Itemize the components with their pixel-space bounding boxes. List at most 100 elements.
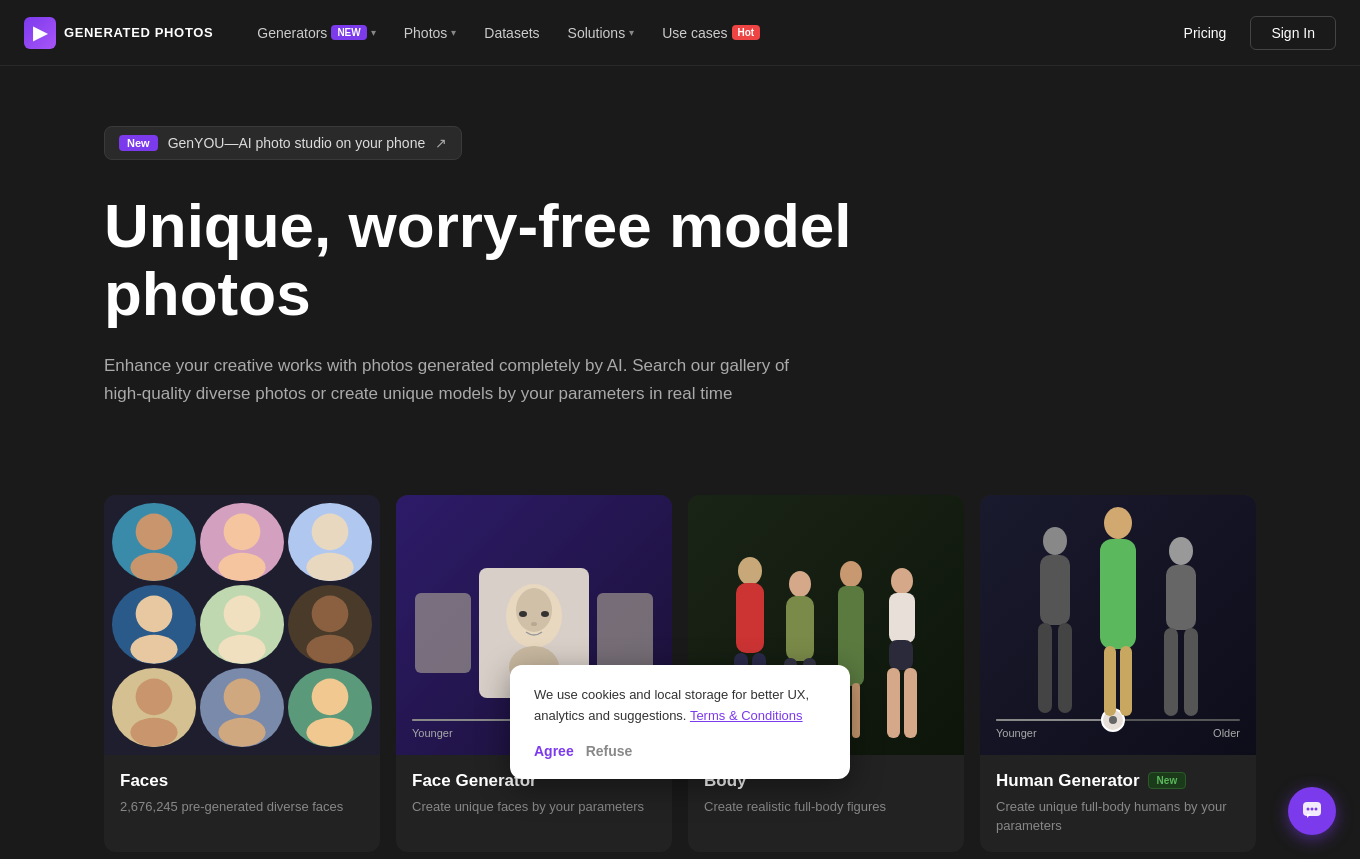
cookie-text: We use cookies and local storage for bet… (534, 685, 826, 727)
card-human-gen-desc: Create unique full-body humans by your p… (996, 797, 1240, 836)
navbar: ▶ GENERATED PHOTOS Generators New ▾ Phot… (0, 0, 1360, 66)
svg-point-58 (1315, 808, 1318, 811)
svg-rect-53 (1184, 628, 1198, 716)
brand-logo-link[interactable]: ▶ GENERATED PHOTOS (24, 17, 213, 49)
nav-item-photos[interactable]: Photos ▾ (392, 17, 469, 49)
svg-rect-1 (130, 553, 177, 582)
face-8 (200, 668, 284, 747)
chat-icon (1301, 800, 1323, 822)
nav-label-solutions: Solutions (568, 25, 626, 41)
svg-point-0 (136, 513, 173, 550)
nav-items: Generators New ▾ Photos ▾ Datasets Solut… (245, 17, 1167, 49)
nav-label-photos: Photos (404, 25, 448, 41)
svg-point-37 (891, 568, 913, 594)
card-human-gen-title: Human Generator (996, 771, 1140, 791)
nav-item-use-cases[interactable]: Use cases Hot (650, 17, 772, 49)
svg-rect-36 (852, 683, 860, 738)
human-figure-center (1088, 503, 1148, 723)
svg-rect-45 (1058, 623, 1072, 713)
svg-rect-40 (887, 668, 900, 738)
card-faces-title-row: Faces (120, 771, 364, 791)
navbar-right: Pricing Sign In (1168, 16, 1336, 50)
nav-label-generators: Generators (257, 25, 327, 41)
svg-rect-51 (1166, 565, 1196, 630)
nav-badge-hot: Hot (732, 25, 761, 40)
svg-point-12 (136, 679, 173, 716)
face-9 (288, 668, 372, 747)
card-faces-desc: 2,676,245 pre-generated diverse faces (120, 797, 364, 817)
external-link-icon: ↗ (435, 135, 447, 151)
human-slider-label-older: Older (1213, 727, 1240, 739)
svg-rect-48 (1104, 646, 1116, 716)
chat-button[interactable] (1288, 787, 1336, 835)
chevron-down-icon: ▾ (629, 27, 634, 38)
svg-rect-52 (1164, 628, 1178, 716)
face-2 (200, 503, 284, 582)
card-human-gen-info: Human Generator New Create unique full-b… (980, 755, 1256, 852)
cookie-banner: We use cookies and local storage for bet… (510, 665, 850, 779)
svg-point-57 (1311, 808, 1314, 811)
card-human-gen-image: Younger Older (980, 495, 1256, 755)
nav-item-generators[interactable]: Generators New ▾ (245, 17, 387, 49)
human-figure-left (1030, 523, 1080, 723)
svg-rect-38 (889, 593, 915, 643)
cookie-buttons: Agree Refuse (534, 743, 826, 759)
cookie-agree-button[interactable]: Agree (534, 743, 574, 759)
hero-subtitle: Enhance your creative works with photos … (104, 352, 804, 406)
svg-point-4 (312, 513, 349, 550)
nav-item-solutions[interactable]: Solutions ▾ (556, 17, 647, 49)
card-faces[interactable]: Faces 2,676,245 pre-generated diverse fa… (104, 495, 380, 852)
terms-conditions-link[interactable]: Terms & Conditions (690, 708, 803, 723)
faces-grid (104, 495, 380, 755)
svg-point-50 (1169, 537, 1193, 565)
face-7 (112, 668, 196, 747)
card-body-desc: Create realistic full-body figures (704, 797, 948, 817)
svg-point-42 (1043, 527, 1067, 555)
card-human-gen-title-row: Human Generator New (996, 771, 1240, 791)
nav-label-use-cases: Use cases (662, 25, 727, 41)
signin-button[interactable]: Sign In (1250, 16, 1336, 50)
human-figure-right (1156, 533, 1206, 723)
svg-rect-41 (904, 668, 917, 738)
svg-rect-17 (306, 718, 353, 747)
hero-title: Unique, worry-free model photos (104, 192, 1004, 328)
card-human-generator[interactable]: Younger Older Human Generator New Create… (980, 495, 1256, 852)
svg-rect-7 (130, 635, 177, 664)
nav-label-datasets: Datasets (484, 25, 539, 41)
svg-rect-30 (786, 596, 814, 661)
face-5 (200, 585, 284, 664)
svg-rect-39 (889, 640, 913, 670)
svg-point-25 (738, 557, 762, 585)
nav-item-datasets[interactable]: Datasets (472, 17, 551, 49)
body-figure-4 (880, 543, 924, 743)
brand-name: GENERATED PHOTOS (64, 25, 213, 40)
hero-banner-text: GenYOU—AI photo studio on your phone (168, 135, 426, 151)
hero-banner-link[interactable]: New GenYOU—AI photo studio on your phone… (104, 126, 462, 160)
slider-fill (412, 719, 522, 721)
svg-rect-3 (218, 553, 265, 582)
card-faces-image (104, 495, 380, 755)
svg-point-2 (224, 513, 261, 550)
svg-rect-49 (1120, 646, 1132, 716)
svg-rect-15 (218, 718, 265, 747)
face-4 (112, 585, 196, 664)
card-faces-info: Faces 2,676,245 pre-generated diverse fa… (104, 755, 380, 833)
svg-rect-44 (1038, 623, 1052, 713)
svg-point-29 (789, 571, 811, 597)
human-gen-background: Younger Older (980, 495, 1256, 755)
card-human-gen-badge: New (1148, 772, 1187, 789)
cookie-refuse-button[interactable]: Refuse (586, 743, 633, 759)
svg-point-8 (224, 596, 261, 633)
nav-badge-generators: New (331, 25, 366, 40)
svg-point-22 (541, 611, 549, 617)
brand-logo-icon: ▶ (24, 17, 56, 49)
face-6 (288, 585, 372, 664)
svg-point-10 (312, 596, 349, 633)
slider-label-younger: Younger (412, 727, 453, 739)
svg-rect-9 (218, 635, 265, 664)
svg-point-23 (531, 622, 537, 626)
svg-rect-47 (1100, 539, 1136, 649)
svg-rect-5 (306, 553, 353, 582)
pricing-button[interactable]: Pricing (1168, 17, 1243, 49)
svg-rect-13 (130, 718, 177, 747)
